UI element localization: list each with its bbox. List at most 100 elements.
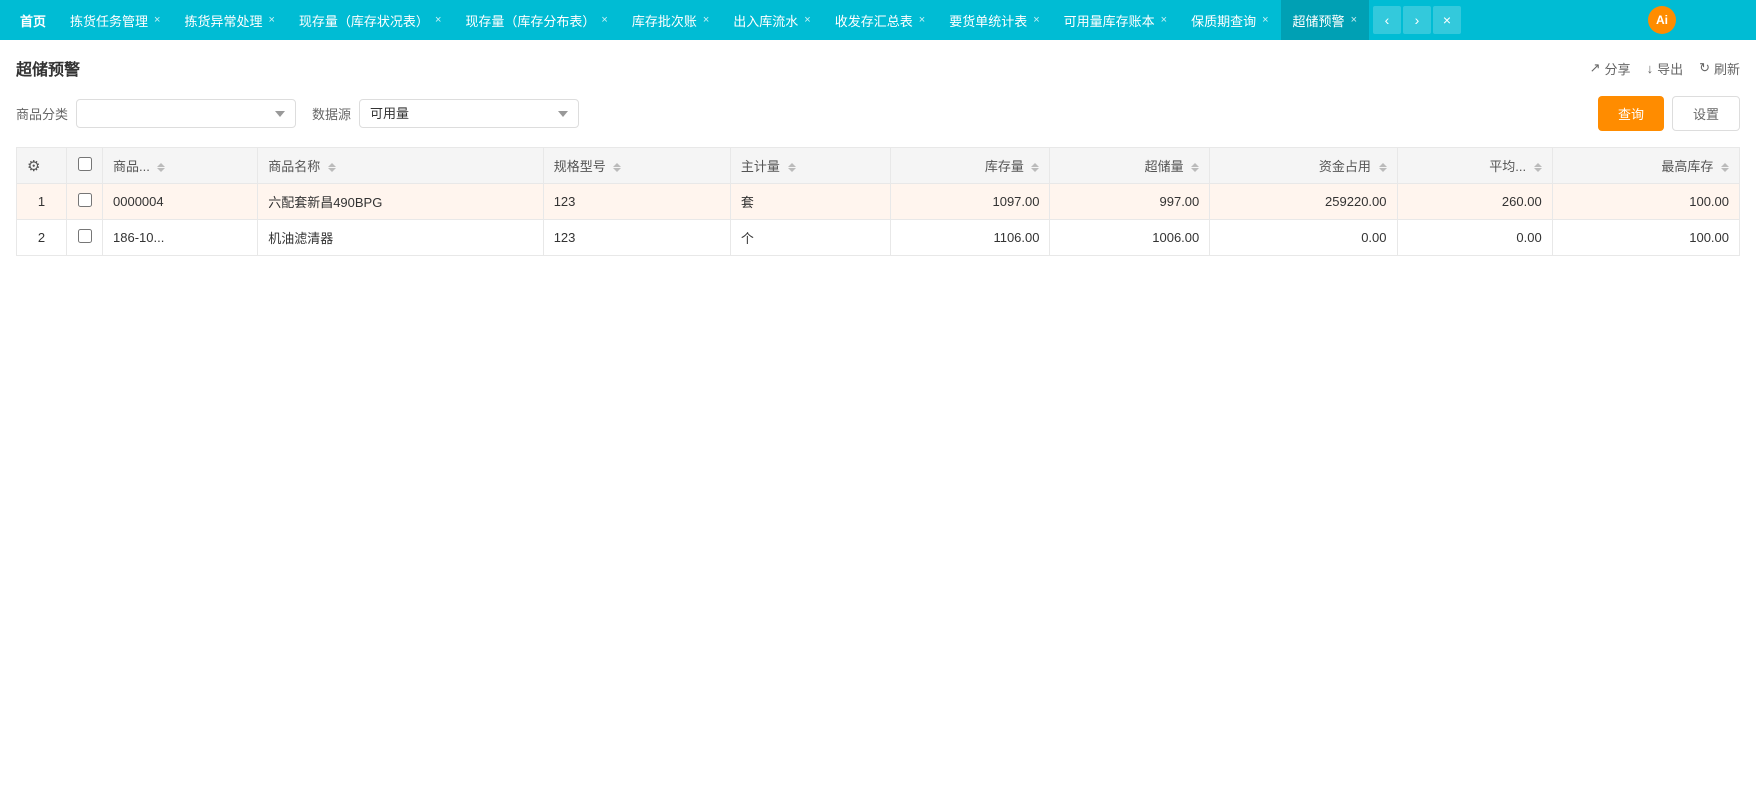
nav-arrow-controls: ‹ › × [1373,6,1461,34]
nav-close-button[interactable]: × [1433,6,1461,34]
row-1-product-name: 六配套新昌490BPG [258,184,544,220]
table-header: ⚙ 商品... 商品名称 规格型号 [17,148,1740,184]
row-2-unit: 个 [730,220,890,256]
close-batch-account-icon[interactable]: × [703,14,709,26]
nav-home[interactable]: 首页 [8,0,58,40]
row-1-unit: 套 [730,184,890,220]
close-shelf-life-icon[interactable]: × [1262,14,1268,26]
th-max-stock[interactable]: 最高库存 [1552,148,1739,184]
refresh-button[interactable]: ↻ 刷新 [1699,59,1740,78]
row-2-index: 2 [17,220,67,256]
nav-arrow-left-button[interactable]: ‹ [1373,6,1401,34]
sort-product-code-icon [157,163,165,172]
top-navigation: 首页 拣货任务管理 × 拣货异常处理 × 现存量（库存状况表） × 现存量（库存… [0,0,1756,40]
th-stock[interactable]: 库存量 [890,148,1050,184]
th-product-name[interactable]: 商品名称 [258,148,544,184]
close-task-mgmt-icon[interactable]: × [154,14,160,26]
row-2-product-code: 186-10... [103,220,258,256]
sort-unit-icon [788,163,796,172]
table-row: 1 0000004 六配套新昌490BPG 123 套 1097.00 997.… [17,184,1740,220]
row-1-max-stock: 100.00 [1552,184,1739,220]
th-unit[interactable]: 主计量 [730,148,890,184]
close-overstock-alert-icon[interactable]: × [1351,14,1357,26]
sort-capital-icon [1379,163,1387,172]
th-overstock[interactable]: 超储量 [1050,148,1210,184]
sort-spec-icon [613,163,621,172]
category-filter-group: 商品分类 [16,99,296,128]
sort-product-name-icon [328,163,336,172]
nav-task-mgmt[interactable]: 拣货任务管理 × [58,0,172,40]
sort-overstock-icon [1191,163,1199,172]
row-2-stock: 1106.00 [890,220,1050,256]
row-1-capital: 259220.00 [1210,184,1397,220]
page-actions: ↗ 分享 ↓ 导出 ↻ 刷新 [1590,59,1740,78]
page-header: 超储预警 ↗ 分享 ↓ 导出 ↻ 刷新 [16,56,1740,80]
export-button[interactable]: ↓ 导出 [1647,59,1684,78]
refresh-icon: ↻ [1699,60,1710,76]
export-icon: ↓ [1647,61,1654,76]
row-1-avg: 260.00 [1397,184,1552,220]
user-info-area: Ai [1648,0,1676,40]
sort-stock-icon [1031,163,1039,172]
row-1-checkbox[interactable] [78,193,92,207]
close-order-stats-icon[interactable]: × [1033,14,1039,26]
table-row: 2 186-10... 机油滤清器 123 个 1106.00 1006.00 … [17,220,1740,256]
row-1-checkbox-cell [67,184,103,220]
table-header-row: ⚙ 商品... 商品名称 规格型号 [17,148,1740,184]
row-1-overstock: 997.00 [1050,184,1210,220]
row-2-spec: 123 [543,220,730,256]
settings-gear-icon[interactable]: ⚙ [27,158,40,175]
th-avg[interactable]: 平均... [1397,148,1552,184]
row-1-index: 1 [17,184,67,220]
row-1-spec: 123 [543,184,730,220]
nav-summary[interactable]: 收发存汇总表 × [823,0,937,40]
nav-inventory-dist[interactable]: 现存量（库存分布表） × [453,0,619,40]
filter-action-buttons: 查询 设置 [1598,96,1740,131]
th-capital[interactable]: 资金占用 [1210,148,1397,184]
nav-inventory-status[interactable]: 现存量（库存状况表） × [287,0,453,40]
share-button[interactable]: ↗ 分享 [1590,59,1631,78]
row-2-checkbox-cell [67,220,103,256]
th-spec[interactable]: 规格型号 [543,148,730,184]
page-title: 超储预警 [16,56,80,80]
datasource-filter-group: 数据源 可用量 [312,99,579,128]
row-2-avg: 0.00 [1397,220,1552,256]
share-icon: ↗ [1590,60,1601,76]
row-2-max-stock: 100.00 [1552,220,1739,256]
filter-area: 商品分类 数据源 可用量 查询 设置 [16,96,1740,131]
th-checkbox [67,148,103,184]
query-button[interactable]: 查询 [1598,96,1664,131]
nav-inout-flow[interactable]: 出入库流水 × [721,0,822,40]
nav-exception[interactable]: 拣货异常处理 × [172,0,286,40]
avatar[interactable]: Ai [1648,6,1676,34]
nav-batch-account[interactable]: 库存批次账 × [620,0,721,40]
nav-available-ledger[interactable]: 可用量库存账本 × [1052,0,1179,40]
category-label: 商品分类 [16,104,68,123]
datasource-select[interactable]: 可用量 [359,99,579,128]
nav-order-stats[interactable]: 要货单统计表 × [937,0,1051,40]
close-inventory-dist-icon[interactable]: × [601,14,607,26]
nav-shelf-life[interactable]: 保质期查询 × [1179,0,1280,40]
table-body: 1 0000004 六配套新昌490BPG 123 套 1097.00 997.… [17,184,1740,256]
row-1-product-code: 0000004 [103,184,258,220]
sort-max-stock-icon [1721,163,1729,172]
close-available-ledger-icon[interactable]: × [1161,14,1167,26]
main-content: 超储预警 ↗ 分享 ↓ 导出 ↻ 刷新 商品分类 数据源 [0,40,1756,800]
row-2-capital: 0.00 [1210,220,1397,256]
row-2-checkbox[interactable] [78,229,92,243]
close-summary-icon[interactable]: × [919,14,925,26]
nav-arrow-right-button[interactable]: › [1403,6,1431,34]
category-select[interactable] [76,99,296,128]
nav-overstock-alert[interactable]: 超储预警 × [1281,0,1369,40]
th-product-code[interactable]: 商品... [103,148,258,184]
datasource-label: 数据源 [312,104,351,123]
row-2-overstock: 1006.00 [1050,220,1210,256]
close-exception-icon[interactable]: × [268,14,274,26]
close-inventory-status-icon[interactable]: × [435,14,441,26]
select-all-checkbox[interactable] [78,157,92,171]
data-table: ⚙ 商品... 商品名称 规格型号 [16,147,1740,256]
close-inout-flow-icon[interactable]: × [804,14,810,26]
settings-button[interactable]: 设置 [1672,96,1740,131]
sort-avg-icon [1534,163,1542,172]
th-settings: ⚙ [17,148,67,184]
